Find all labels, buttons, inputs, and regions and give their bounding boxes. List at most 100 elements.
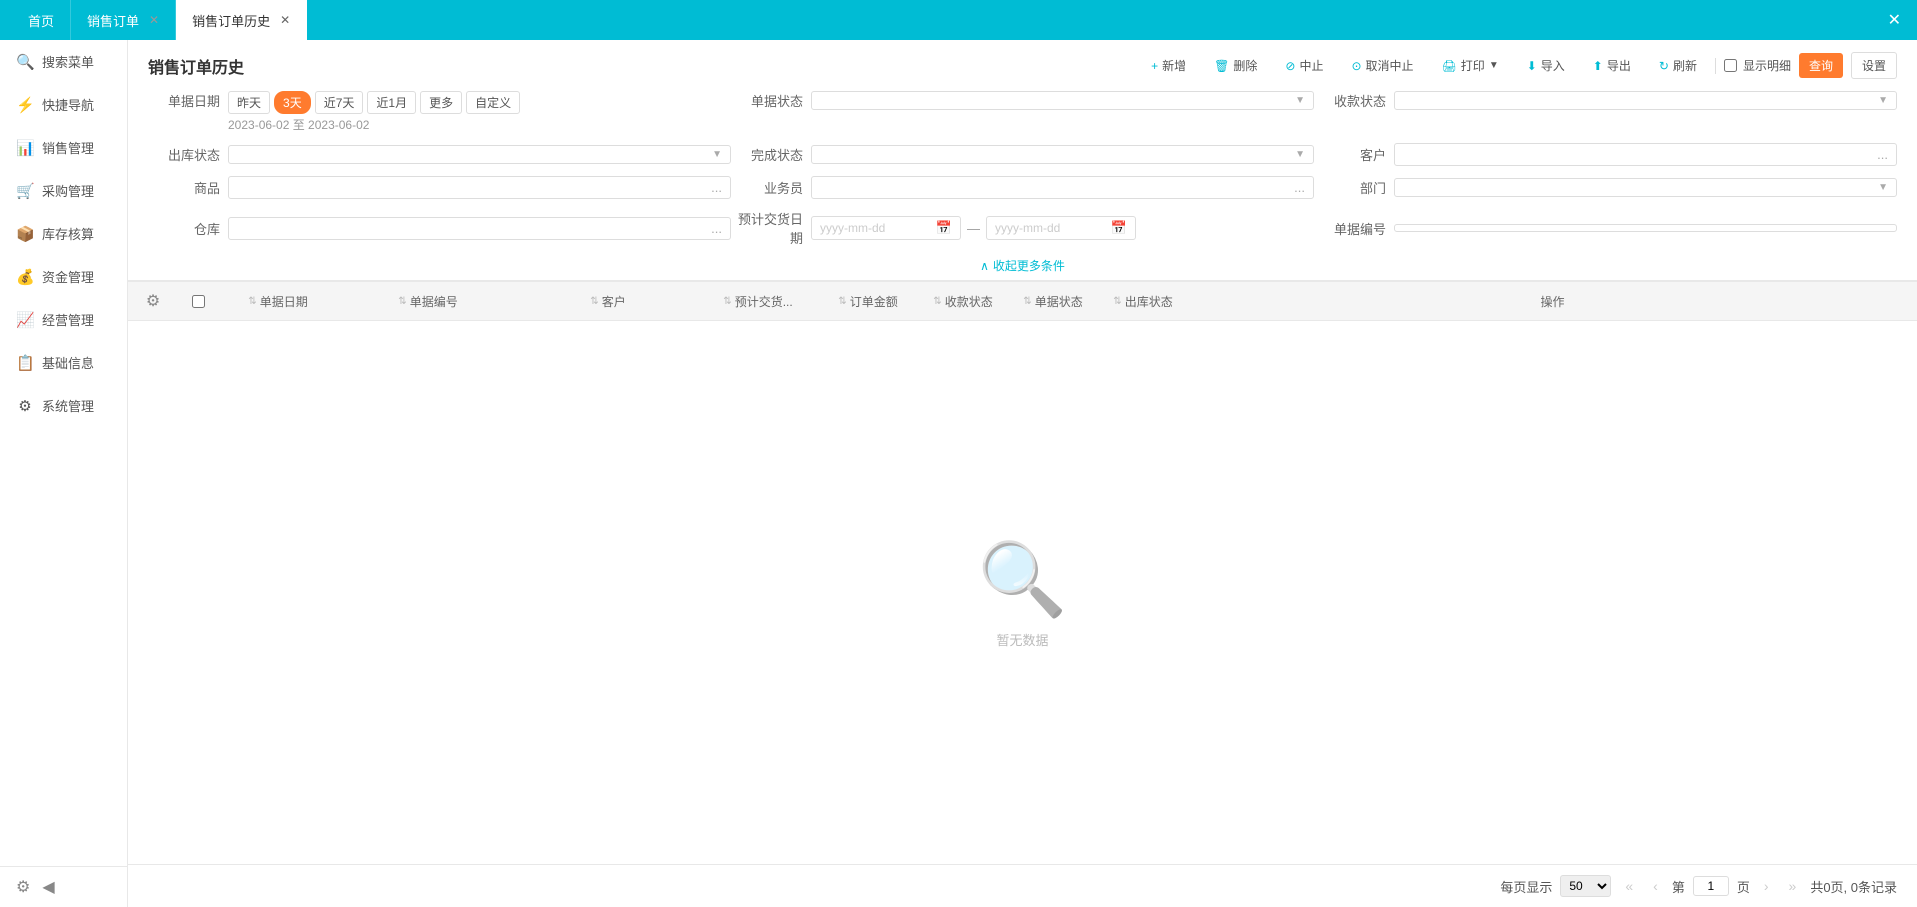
sidebar-item-quick-nav[interactable]: ⚡ 快捷导航 [0, 83, 127, 126]
close-tab-sales-order[interactable]: ✕ [149, 13, 159, 27]
goods-label: 商品 [148, 178, 228, 197]
total-info: 共0页, 0条记录 [1810, 877, 1897, 896]
prev-page-button[interactable]: ‹ [1647, 876, 1664, 896]
date-btn-today[interactable]: 昨天 [228, 91, 270, 114]
add-button[interactable]: + 新增 [1141, 53, 1196, 78]
payment-status-label: 收款状态 [1314, 91, 1394, 110]
page-size-select[interactable]: 50 10 20 100 [1560, 875, 1611, 897]
stop-button[interactable]: ⊘ 中止 [1275, 53, 1333, 78]
delete-button[interactable]: 🗑 删除 [1204, 53, 1267, 78]
customer-input[interactable]: ... [1394, 143, 1897, 166]
sidebar-item-search-menu[interactable]: 🔍 搜索菜单 [0, 40, 127, 83]
th-doc-no: ⇅ 单据编号 [338, 293, 518, 310]
sidebar-item-system-mgmt[interactable]: ⚙ 系统管理 [0, 384, 127, 427]
sidebar-item-finance[interactable]: 💰 资金管理 [0, 255, 127, 298]
th-out-status: ⇅ 出库状态 [1098, 293, 1188, 310]
import-button[interactable]: ⬇ 导入 [1517, 53, 1575, 78]
filter-row-3: 商品 ... 业务员 ... 部门 [148, 176, 1897, 199]
date-btn-7days[interactable]: 近7天 [315, 91, 364, 114]
out-status-label: 出库状态 [148, 145, 228, 164]
display-detail-checkbox[interactable] [1724, 59, 1737, 72]
dept-select[interactable]: ▼ [1394, 178, 1897, 197]
sidebar-item-sales-mgmt[interactable]: 📊 销售管理 [0, 126, 127, 169]
last-page-button[interactable]: » [1783, 876, 1803, 896]
settings-button[interactable]: 设置 [1851, 52, 1897, 79]
close-tab-sales-history[interactable]: ✕ [280, 13, 290, 27]
date-btn-3days[interactable]: 3天 [274, 91, 311, 114]
date-range-display: 2023-06-02 至 2023-06-02 [228, 116, 520, 133]
current-page-input[interactable] [1693, 876, 1729, 896]
th-amount: ⇅ 订单金额 [818, 293, 918, 310]
system-mgmt-icon: ⚙ [16, 397, 34, 415]
toolbar: + 新增 🗑 删除 ⊘ 中止 ⊙ 取消中止 [1141, 52, 1897, 79]
delivery-date-label: 预计交货日期 [731, 209, 811, 247]
filter-warehouse-group: 仓库 ... [148, 217, 731, 240]
basic-info-icon: 📋 [16, 354, 34, 372]
doc-status-arrow-icon: ▼ [1295, 95, 1305, 106]
complete-status-select[interactable]: ▼ [811, 145, 1314, 164]
th-doc-status: ⇅ 单据状态 [1008, 293, 1098, 310]
date-btn-custom[interactable]: 自定义 [466, 91, 520, 114]
sidebar-bottom: ⚙ ◀ [0, 866, 127, 907]
delivery-date-from-input[interactable]: yyyy-mm-dd 📅 [811, 216, 961, 240]
th-operations: 操作 [1188, 293, 1917, 310]
date-btn-more[interactable]: 更多 [420, 91, 462, 114]
goods-input[interactable]: ... [228, 176, 731, 199]
tab-sales-order[interactable]: 销售订单 ✕ [71, 0, 176, 40]
calendar-to-icon: 📅 [1111, 220, 1127, 236]
page-label-pre: 第 [1672, 877, 1685, 896]
out-status-select[interactable]: ▼ [228, 145, 731, 164]
date-filter-controls: 昨天 3天 近7天 近1月 更多 自定义 2023-06-02 至 2023-0… [228, 91, 520, 133]
tab-home[interactable]: 首页 [12, 0, 71, 40]
sidebar-settings-icon[interactable]: ⚙ [16, 877, 30, 897]
filter-out-status-group: 出库状态 ▼ [148, 145, 731, 164]
print-button[interactable]: 🖨 打印 ▼ [1432, 53, 1509, 78]
refresh-icon: ↻ [1659, 59, 1669, 73]
date-separator: — [967, 221, 980, 236]
salesperson-dots-icon: ... [1294, 180, 1305, 195]
filter-delivery-date-group: 预计交货日期 yyyy-mm-dd 📅 — yyyy-mm-dd 📅 [731, 209, 1314, 247]
toolbar-divider [1715, 58, 1716, 74]
page-title-row: 销售订单历史 + 新增 🗑 删除 ⊘ 中止 ⊙ [148, 52, 1897, 79]
payment-status-select[interactable]: ▼ [1394, 91, 1897, 110]
tab-sales-history[interactable]: 销售订单历史 ✕ [176, 0, 307, 40]
sidebar-collapse-icon[interactable]: ◀ [42, 877, 54, 897]
sidebar-item-purchase-mgmt[interactable]: 🛒 采购管理 [0, 169, 127, 212]
add-icon: + [1151, 59, 1158, 73]
th-customer: ⇅ 客户 [518, 293, 698, 310]
date-quick-buttons: 昨天 3天 近7天 近1月 更多 自定义 [228, 91, 520, 114]
export-button[interactable]: ⬆ 导出 [1583, 53, 1641, 78]
query-button[interactable]: 查询 [1799, 53, 1843, 78]
date-btn-1month[interactable]: 近1月 [367, 91, 416, 114]
table-header: ⚙ ⇅ 单据日期 ⇅ 单据编号 ⇅ 客户 ⇅ [128, 281, 1917, 321]
window-close-button[interactable]: ✕ [1884, 6, 1905, 34]
delivery-date-to-input[interactable]: yyyy-mm-dd 📅 [986, 216, 1136, 240]
top-bar: 首页 销售订单 ✕ 销售订单历史 ✕ ✕ [0, 0, 1917, 40]
select-all-checkbox[interactable] [192, 295, 205, 308]
sort-icon-payment: ⇅ [933, 296, 941, 307]
sort-icon-delivery: ⇅ [723, 296, 731, 307]
filter-row-2: 出库状态 ▼ 完成状态 ▼ 客户 [148, 143, 1897, 166]
cancel-stop-button[interactable]: ⊙ 取消中止 [1341, 53, 1423, 78]
doc-no-input[interactable] [1394, 224, 1897, 232]
main-layout: 🔍 搜索菜单 ⚡ 快捷导航 📊 销售管理 🛒 采购管理 📦 库存核算 💰 资金管… [0, 40, 1917, 907]
sidebar-item-operations[interactable]: 📈 经营管理 [0, 298, 127, 341]
next-page-button[interactable]: › [1758, 876, 1775, 896]
display-detail-checkbox-label[interactable]: 显示明细 [1724, 57, 1791, 74]
warehouse-input[interactable]: ... [228, 217, 731, 240]
sort-icon-date: ⇅ [248, 296, 256, 307]
stop-icon: ⊘ [1285, 59, 1295, 73]
sidebar-item-basic-info[interactable]: 📋 基础信息 [0, 341, 127, 384]
salesperson-input[interactable]: ... [811, 176, 1314, 199]
page-header: 销售订单历史 + 新增 🗑 删除 ⊘ 中止 ⊙ [128, 40, 1917, 281]
warehouse-label: 仓库 [148, 219, 228, 238]
first-page-button[interactable]: « [1619, 876, 1639, 896]
sidebar-item-inventory[interactable]: 📦 库存核算 [0, 212, 127, 255]
top-bar-right: ✕ [1884, 6, 1905, 34]
doc-status-select[interactable]: ▼ [811, 91, 1314, 110]
collapse-filter-row[interactable]: ∧ 收起更多条件 [148, 253, 1897, 280]
filter-goods-group: 商品 ... [148, 176, 731, 199]
refresh-button[interactable]: ↻ 刷新 [1649, 53, 1707, 78]
print-dropdown-icon: ▼ [1489, 60, 1499, 71]
table-settings-gear[interactable]: ⚙ [138, 291, 168, 311]
